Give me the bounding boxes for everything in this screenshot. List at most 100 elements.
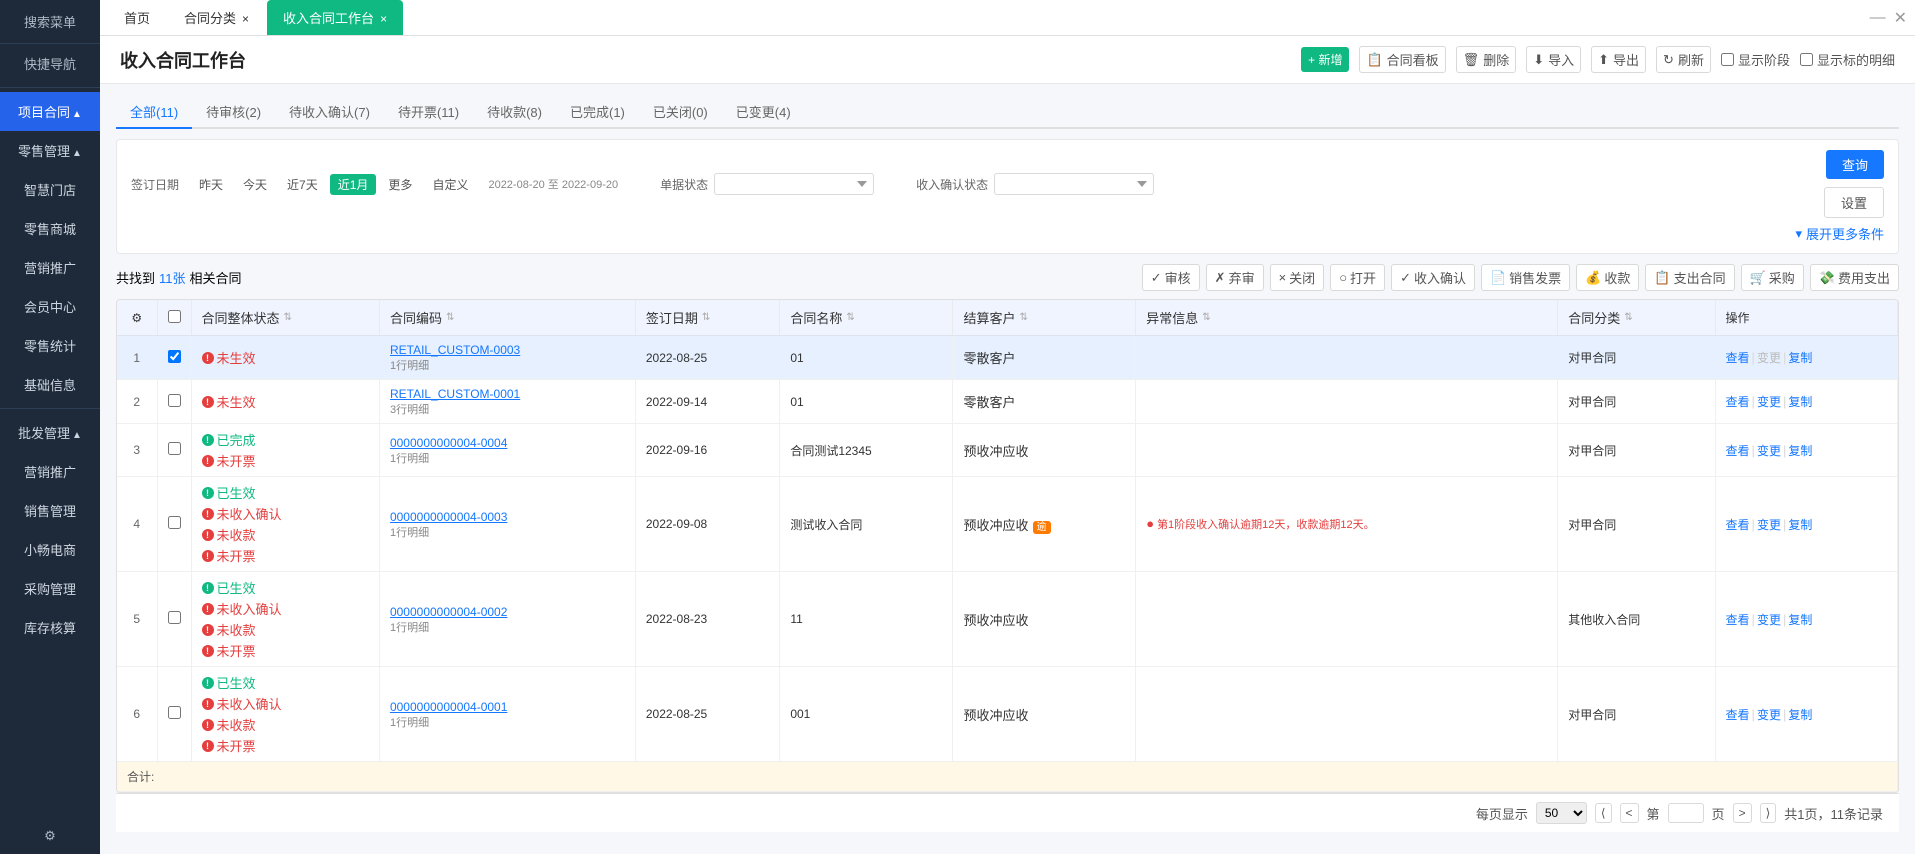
toolbar-btn-open[interactable]: ○打开 bbox=[1330, 264, 1385, 291]
sidebar-item-marketing2[interactable]: 营销推广 bbox=[0, 452, 100, 491]
sidebar-quick-nav[interactable]: 快捷导航 bbox=[0, 46, 100, 81]
date-btn-more[interactable]: 更多 bbox=[380, 174, 420, 195]
action-btn-查看-3[interactable]: 查看 bbox=[1726, 518, 1750, 532]
checkbox-5[interactable] bbox=[168, 706, 181, 719]
sidebar-item-project[interactable]: 项目合同▲ bbox=[0, 92, 100, 131]
filter-tab-completed[interactable]: 已完成(1) bbox=[556, 96, 639, 129]
toolbar-btn-expense_out[interactable]: 📋支出合同 bbox=[1645, 264, 1734, 291]
th-settings[interactable]: ⚙ bbox=[117, 300, 157, 336]
th-checkbox[interactable] bbox=[157, 300, 191, 336]
last-page-btn[interactable]: ⟩ bbox=[1760, 803, 1777, 823]
sidebar-item-sales-mgmt[interactable]: 销售管理 bbox=[0, 491, 100, 530]
toolbar-btn-expense_pay[interactable]: 💸费用支出 bbox=[1810, 264, 1899, 291]
doc-status-select[interactable] bbox=[714, 173, 874, 195]
filter-tab-pending_review[interactable]: 待审核(2) bbox=[192, 96, 275, 129]
window-close[interactable]: ✕ bbox=[1894, 8, 1907, 28]
window-minimize[interactable]: — bbox=[1870, 9, 1886, 27]
checkbox-0[interactable] bbox=[168, 350, 181, 363]
action-btn-查看-4[interactable]: 查看 bbox=[1726, 613, 1750, 627]
prev-page-btn[interactable]: < bbox=[1620, 803, 1639, 823]
sidebar-search[interactable]: 搜索菜单 bbox=[0, 0, 100, 44]
filter-tab-closed[interactable]: 已关闭(0) bbox=[639, 96, 722, 129]
show-stages-label[interactable]: 显示阶段 bbox=[1721, 50, 1790, 69]
sort-icon-name[interactable]: ⇅ bbox=[846, 312, 854, 323]
income-confirm-select[interactable] bbox=[994, 173, 1154, 195]
action-btn-复制-0[interactable]: 复制 bbox=[1788, 351, 1812, 365]
sidebar-item-ecommerce[interactable]: 小畅电商 bbox=[0, 530, 100, 569]
action-btn-复制-4[interactable]: 复制 bbox=[1788, 613, 1812, 627]
contract-board-button[interactable]: 📋 合同看板 bbox=[1359, 46, 1445, 73]
toolbar-btn-collect[interactable]: 💰收款 bbox=[1576, 264, 1639, 291]
action-btn-变更-4[interactable]: 变更 bbox=[1757, 613, 1781, 627]
filter-tab-changed[interactable]: 已变更(4) bbox=[722, 96, 805, 129]
export-button[interactable]: ⬆ 导出 bbox=[1591, 46, 1646, 73]
tab-income-workbench[interactable]: 收入合同工作台× bbox=[267, 0, 403, 35]
action-btn-变更-5[interactable]: 变更 bbox=[1757, 708, 1781, 722]
show-stages-checkbox[interactable] bbox=[1721, 53, 1734, 66]
sidebar-item-member[interactable]: 会员中心 bbox=[0, 287, 100, 326]
filter-tab-pending_invoice[interactable]: 待开票(11) bbox=[384, 96, 473, 129]
action-btn-查看-0[interactable]: 查看 bbox=[1726, 351, 1750, 365]
refresh-button[interactable]: ↻ 刷新 bbox=[1656, 46, 1711, 73]
sort-icon-date[interactable]: ⇅ bbox=[702, 312, 710, 323]
sort-icon-code[interactable]: ⇅ bbox=[446, 312, 454, 323]
sidebar-item-wholesale-mgmt[interactable]: 批发管理▲ bbox=[0, 413, 100, 452]
checkbox-1[interactable] bbox=[168, 394, 181, 407]
page-input[interactable]: 1 bbox=[1668, 803, 1704, 823]
sort-icon-customer[interactable]: ⇅ bbox=[1020, 312, 1028, 323]
toolbar-btn-income_confirm[interactable]: ✓收入确认 bbox=[1391, 264, 1475, 291]
action-btn-变更-2[interactable]: 变更 bbox=[1757, 444, 1781, 458]
contract-code-link-4[interactable]: 0000000000004-0002 bbox=[390, 605, 507, 619]
row-checkbox-3[interactable] bbox=[157, 477, 191, 572]
sidebar-item-marketing[interactable]: 营销推广 bbox=[0, 248, 100, 287]
sidebar-settings[interactable]: ⚙ bbox=[0, 818, 100, 854]
contract-code-link-0[interactable]: RETAIL_CUSTOM-0003 bbox=[390, 343, 520, 357]
tab-close-contract-category[interactable]: × bbox=[242, 12, 249, 26]
select-all-checkbox[interactable] bbox=[168, 310, 181, 323]
sort-icon-category[interactable]: ⇅ bbox=[1624, 312, 1632, 323]
action-btn-复制-1[interactable]: 复制 bbox=[1788, 395, 1812, 409]
contract-code-link-1[interactable]: RETAIL_CUSTOM-0001 bbox=[390, 387, 520, 401]
contract-code-link-5[interactable]: 0000000000004-0001 bbox=[390, 700, 507, 714]
row-checkbox-1[interactable] bbox=[157, 380, 191, 424]
toolbar-btn-abandon[interactable]: ✗弃审 bbox=[1206, 264, 1264, 291]
checkbox-3[interactable] bbox=[168, 516, 181, 529]
contract-code-link-3[interactable]: 0000000000004-0003 bbox=[390, 510, 507, 524]
toolbar-btn-close[interactable]: ×关闭 bbox=[1270, 264, 1325, 291]
date-btn-last1month[interactable]: 近1月 bbox=[330, 174, 377, 195]
action-btn-复制-3[interactable]: 复制 bbox=[1788, 518, 1812, 532]
checkbox-4[interactable] bbox=[168, 611, 181, 624]
set-button[interactable]: 设置 bbox=[1824, 187, 1884, 218]
date-btn-custom[interactable]: 自定义 bbox=[424, 174, 476, 195]
toolbar-btn-sales_invoice[interactable]: 📄销售发票 bbox=[1481, 264, 1570, 291]
tab-close-income-workbench[interactable]: × bbox=[380, 12, 387, 26]
sidebar-item-purchase-mgmt[interactable]: 采购管理 bbox=[0, 569, 100, 608]
filter-tab-all[interactable]: 全部(11) bbox=[116, 96, 192, 129]
expand-conditions-btn[interactable]: ▾ 展开更多条件 bbox=[1795, 224, 1884, 243]
sort-icon-exception[interactable]: ⇅ bbox=[1202, 312, 1210, 323]
query-button[interactable]: 查询 bbox=[1826, 150, 1884, 179]
sidebar-item-retail-mgmt[interactable]: 零售管理▲ bbox=[0, 131, 100, 170]
date-btn-yesterday[interactable]: 昨天 bbox=[191, 174, 231, 195]
toolbar-btn-review[interactable]: ✓审核 bbox=[1142, 264, 1200, 291]
action-btn-变更-3[interactable]: 变更 bbox=[1757, 518, 1781, 532]
row-checkbox-5[interactable] bbox=[157, 667, 191, 762]
checkbox-2[interactable] bbox=[168, 442, 181, 455]
delete-button[interactable]: 🗑 删除 bbox=[1456, 46, 1517, 73]
tab-home[interactable]: 首页 bbox=[108, 0, 166, 35]
action-btn-变更-1[interactable]: 变更 bbox=[1757, 395, 1781, 409]
new-button[interactable]: + 新增 bbox=[1301, 47, 1349, 72]
date-btn-last7[interactable]: 近7天 bbox=[279, 174, 326, 195]
sidebar-item-smart-store[interactable]: 智慧门店 bbox=[0, 170, 100, 209]
contract-code-link-2[interactable]: 0000000000004-0004 bbox=[390, 436, 507, 450]
next-page-btn[interactable]: > bbox=[1733, 803, 1752, 823]
sort-icon-status[interactable]: ⇅ bbox=[284, 312, 292, 323]
row-checkbox-4[interactable] bbox=[157, 572, 191, 667]
date-btn-today[interactable]: 今天 bbox=[235, 174, 275, 195]
action-btn-查看-2[interactable]: 查看 bbox=[1726, 444, 1750, 458]
action-btn-查看-5[interactable]: 查看 bbox=[1726, 708, 1750, 722]
row-checkbox-2[interactable] bbox=[157, 424, 191, 477]
filter-tab-pending_income_confirm[interactable]: 待收入确认(7) bbox=[275, 96, 384, 129]
row-checkbox-0[interactable] bbox=[157, 336, 191, 380]
import-button[interactable]: ⬇ 导入 bbox=[1526, 46, 1581, 73]
